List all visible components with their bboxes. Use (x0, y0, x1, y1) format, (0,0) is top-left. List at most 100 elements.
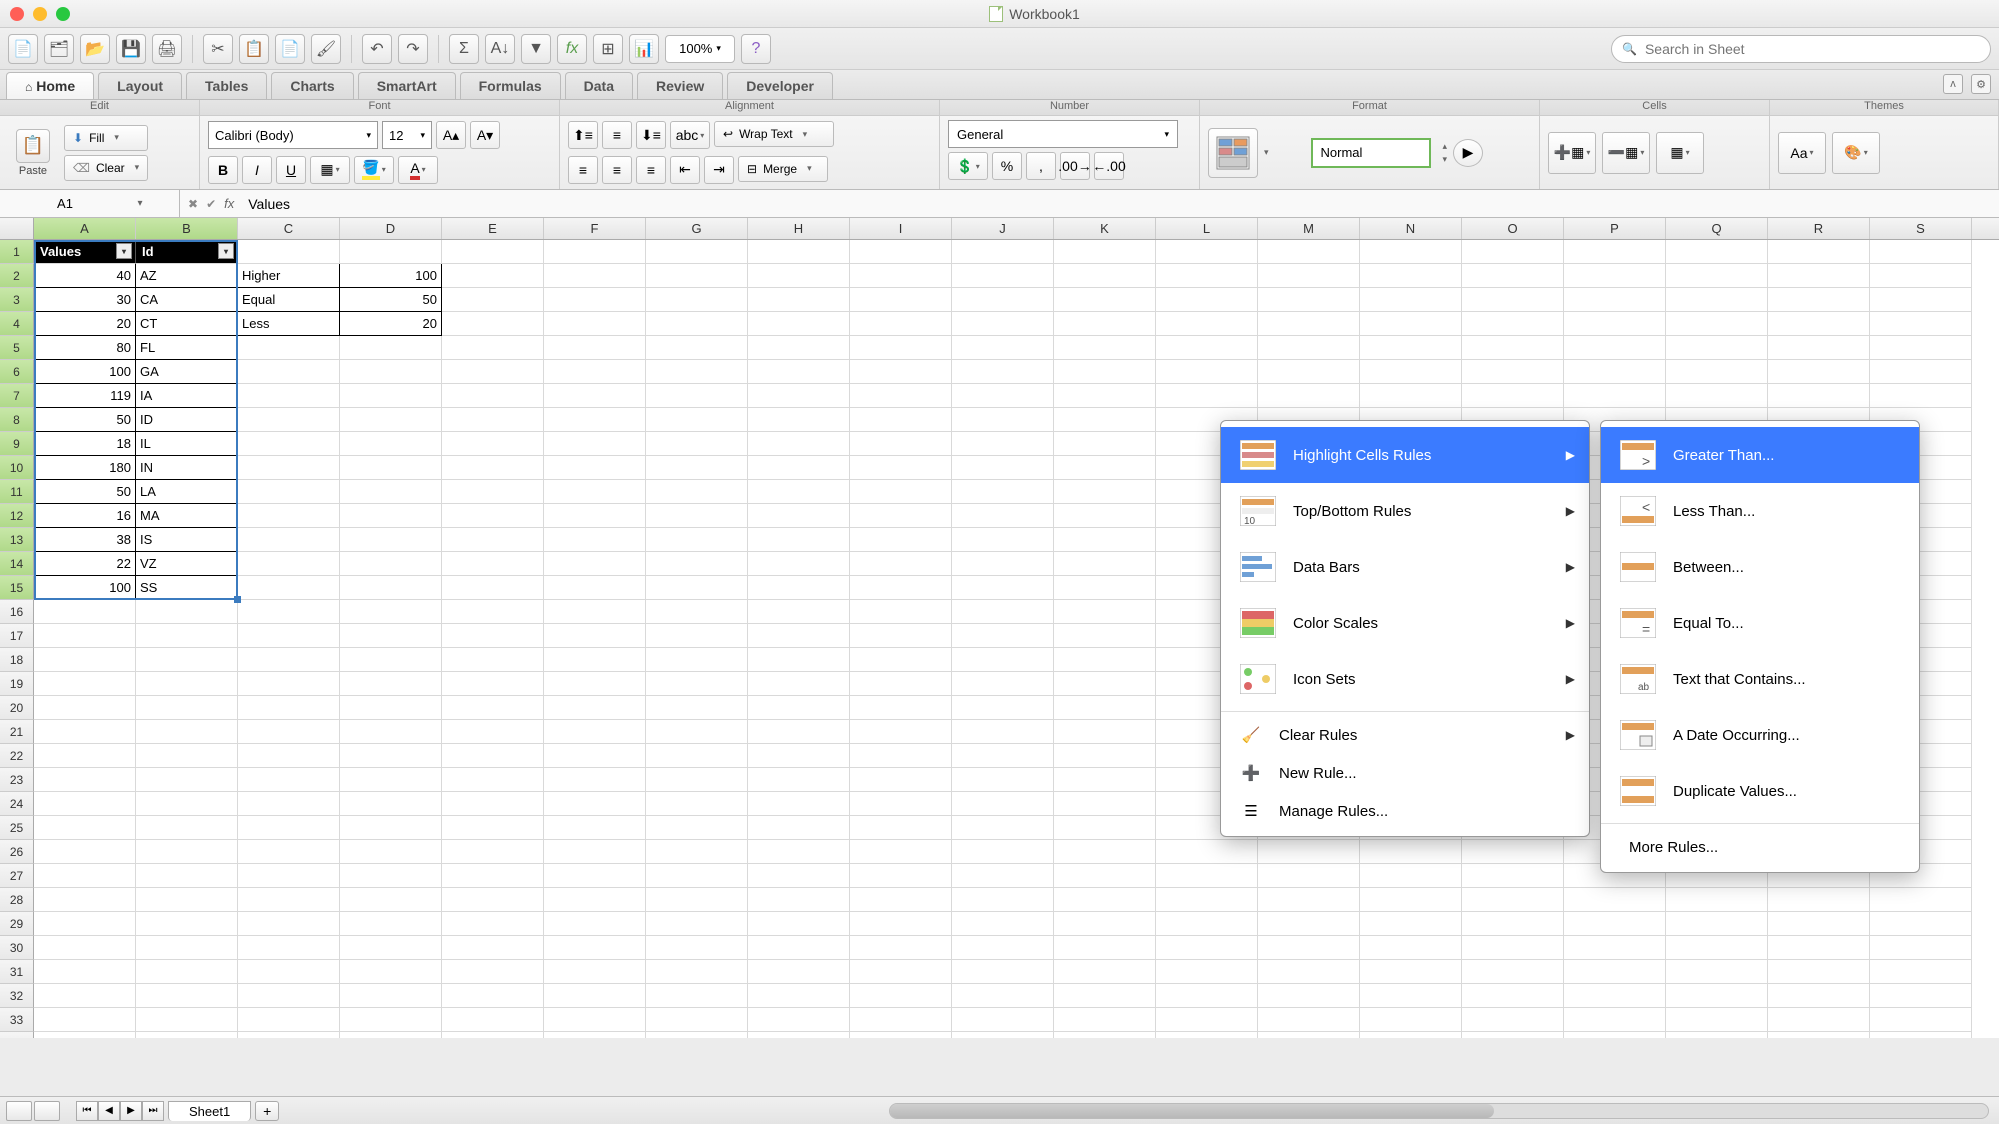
cell[interactable] (544, 912, 646, 936)
cell[interactable] (1564, 264, 1666, 288)
cell[interactable] (1462, 960, 1564, 984)
cell[interactable]: CA (136, 288, 238, 312)
cell[interactable] (1870, 984, 1972, 1008)
cell[interactable] (748, 720, 850, 744)
cell[interactable] (544, 984, 646, 1008)
cell[interactable] (850, 936, 952, 960)
cell[interactable] (1156, 912, 1258, 936)
cell[interactable] (442, 672, 544, 696)
cell[interactable] (646, 648, 748, 672)
cell[interactable] (1054, 888, 1156, 912)
align-right-button[interactable]: ≡ (636, 156, 666, 184)
cell[interactable] (1258, 864, 1360, 888)
cell[interactable] (748, 1032, 850, 1038)
cell[interactable] (340, 600, 442, 624)
cell[interactable] (340, 1008, 442, 1032)
cell[interactable] (748, 504, 850, 528)
cell[interactable] (952, 552, 1054, 576)
cell[interactable] (34, 768, 136, 792)
cell[interactable] (646, 384, 748, 408)
cell[interactable] (952, 840, 1054, 864)
cell[interactable] (238, 1032, 340, 1038)
cell[interactable] (748, 552, 850, 576)
cell[interactable]: Higher (238, 264, 340, 288)
cell[interactable] (442, 816, 544, 840)
cell[interactable] (1054, 840, 1156, 864)
cell[interactable] (238, 384, 340, 408)
cell[interactable] (544, 408, 646, 432)
cell[interactable] (850, 552, 952, 576)
cell[interactable] (544, 624, 646, 648)
cell[interactable] (1054, 384, 1156, 408)
cell[interactable]: CT (136, 312, 238, 336)
cell[interactable] (136, 600, 238, 624)
templates-button[interactable]: 🗂 (44, 34, 74, 64)
cell[interactable] (1258, 1008, 1360, 1032)
cell[interactable] (442, 336, 544, 360)
cell[interactable] (1870, 360, 1972, 384)
cell[interactable] (340, 240, 442, 264)
increase-decimal-button[interactable]: .00→ (1060, 152, 1090, 180)
cell[interactable] (136, 624, 238, 648)
cell[interactable] (442, 1008, 544, 1032)
cell[interactable] (952, 528, 1054, 552)
cell[interactable] (544, 312, 646, 336)
cell[interactable] (850, 480, 952, 504)
menu-clear-rules[interactable]: 🧹 Clear Rules▶ (1221, 716, 1589, 754)
cell[interactable] (1768, 264, 1870, 288)
cell[interactable] (850, 312, 952, 336)
cell[interactable] (952, 864, 1054, 888)
cell[interactable] (1564, 888, 1666, 912)
cell[interactable] (1870, 264, 1972, 288)
cell[interactable]: LA (136, 480, 238, 504)
cell[interactable] (442, 552, 544, 576)
tab-formulas[interactable]: Formulas (460, 72, 561, 99)
select-all-corner[interactable] (0, 218, 34, 239)
row-header-22[interactable]: 22 (0, 744, 34, 768)
cell[interactable]: Values▾ (34, 240, 136, 264)
cell[interactable] (952, 384, 1054, 408)
cell[interactable] (1360, 312, 1462, 336)
cell[interactable]: 18 (34, 432, 136, 456)
cell[interactable] (1768, 336, 1870, 360)
cell[interactable] (1054, 696, 1156, 720)
cell[interactable] (340, 888, 442, 912)
underline-button[interactable]: U (276, 156, 306, 184)
cell[interactable] (136, 1032, 238, 1038)
row-header-2[interactable]: 2 (0, 264, 34, 288)
cell[interactable] (1462, 264, 1564, 288)
cell[interactable] (340, 528, 442, 552)
cell[interactable] (1054, 864, 1156, 888)
paste-big-button[interactable]: 📋 Paste (8, 122, 58, 184)
cell[interactable] (1054, 768, 1156, 792)
cell[interactable] (850, 408, 952, 432)
filter-button[interactable]: ▼ (521, 34, 551, 64)
cell[interactable] (1870, 312, 1972, 336)
cell[interactable] (1054, 960, 1156, 984)
col-header-F[interactable]: F (544, 218, 646, 239)
cell[interactable] (136, 888, 238, 912)
font-name-selector[interactable]: Calibri (Body)▾ (208, 121, 378, 149)
cell[interactable]: VZ (136, 552, 238, 576)
cell[interactable] (952, 984, 1054, 1008)
cell[interactable] (1258, 936, 1360, 960)
cell[interactable] (1462, 360, 1564, 384)
cell[interactable] (952, 720, 1054, 744)
style-prev-button[interactable]: ▴ (1443, 141, 1448, 152)
cell[interactable] (1054, 720, 1156, 744)
cell[interactable] (238, 864, 340, 888)
cell[interactable]: 100 (340, 264, 442, 288)
cell[interactable] (1564, 1032, 1666, 1038)
cell[interactable] (1156, 264, 1258, 288)
cell[interactable] (748, 480, 850, 504)
col-header-M[interactable]: M (1258, 218, 1360, 239)
cell[interactable] (1258, 312, 1360, 336)
cell[interactable] (646, 480, 748, 504)
col-header-Q[interactable]: Q (1666, 218, 1768, 239)
italic-button[interactable]: I (242, 156, 272, 184)
cell[interactable] (238, 936, 340, 960)
cell[interactable] (1054, 408, 1156, 432)
cell[interactable] (850, 1032, 952, 1038)
cell[interactable] (1156, 840, 1258, 864)
cell[interactable] (1360, 960, 1462, 984)
